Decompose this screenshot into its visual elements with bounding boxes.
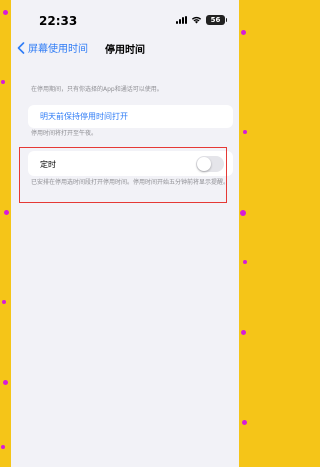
confetti-dot	[3, 10, 8, 15]
highlight-box	[19, 147, 227, 203]
confetti-dot	[1, 80, 5, 84]
signal-icon	[176, 16, 187, 24]
battery-icon: 56	[206, 15, 227, 25]
keep-on-label: 明天前保持停用时间打开	[40, 112, 128, 121]
confetti-dot	[243, 260, 247, 264]
navigation-bar: 屏幕使用时间 停用时间	[11, 40, 239, 64]
page-title: 停用时间	[105, 45, 145, 56]
intro-description: 在停用期间，只有你选择的App和通话可以使用。	[31, 86, 163, 93]
confetti-dot	[242, 420, 247, 425]
confetti-dot	[243, 130, 247, 134]
keep-on-note: 停用时间将打开至午夜。	[31, 130, 98, 137]
phone-screen: 22:33 56 屏幕使用时间 停用时间 在停用期间，只有你选择的App和通话可…	[11, 0, 239, 467]
confetti-dot	[2, 300, 6, 304]
status-bar: 22:33 56	[11, 0, 239, 40]
confetti-dot	[4, 210, 9, 215]
keep-on-until-tomorrow-button[interactable]: 明天前保持停用时间打开	[28, 105, 233, 128]
status-time: 22:33	[39, 14, 78, 28]
confetti-dot	[240, 210, 246, 216]
status-icons: 56	[176, 15, 227, 25]
confetti-dot	[241, 30, 246, 35]
confetti-dot	[1, 445, 5, 449]
confetti-dot	[3, 380, 8, 385]
wifi-icon	[191, 16, 202, 24]
confetti-dot	[241, 330, 246, 335]
